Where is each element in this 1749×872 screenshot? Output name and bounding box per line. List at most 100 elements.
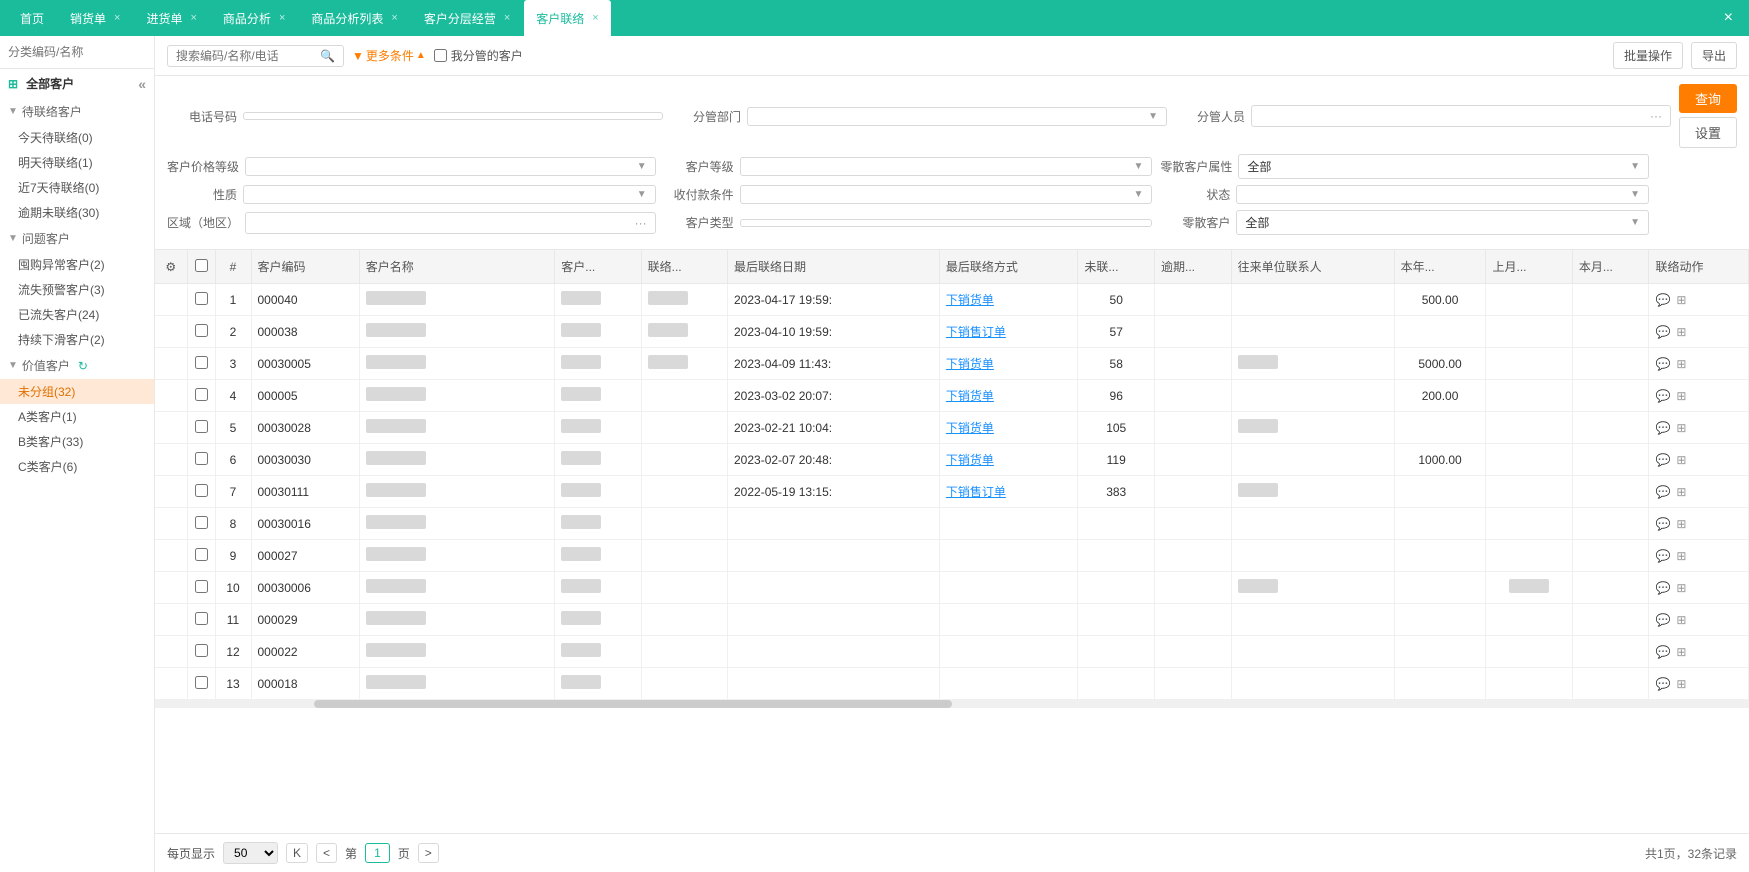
gear-col-header[interactable]: ⚙: [155, 250, 187, 284]
refresh-icon[interactable]: ↻: [78, 359, 88, 373]
last-method-cell[interactable]: [939, 508, 1078, 540]
sidebar-group-pending[interactable]: ▼ 待联络客户: [0, 98, 154, 125]
check-cell[interactable]: [187, 668, 215, 700]
grid-action-icon[interactable]: ⊞: [1676, 549, 1686, 563]
horizontal-scrollbar[interactable]: [155, 700, 1749, 708]
check-cell[interactable]: [187, 284, 215, 316]
message-icon[interactable]: 💬: [1655, 325, 1670, 339]
check-cell[interactable]: [187, 316, 215, 348]
grid-action-icon[interactable]: ⊞: [1676, 517, 1686, 531]
message-icon[interactable]: 💬: [1655, 613, 1670, 627]
scrollbar-thumb[interactable]: [314, 700, 952, 708]
check-cell[interactable]: [187, 572, 215, 604]
grid-action-icon[interactable]: ⊞: [1676, 357, 1686, 371]
last-method-cell[interactable]: 下销货单: [939, 348, 1078, 380]
message-icon[interactable]: 💬: [1655, 293, 1670, 307]
tab-home[interactable]: 首页: [8, 0, 56, 36]
sidebar-item-churn-warning[interactable]: 流失预警客户(3): [0, 277, 154, 302]
row-checkbox[interactable]: [195, 612, 208, 625]
row-checkbox[interactable]: [195, 548, 208, 561]
tab-customer-tier[interactable]: 客户分层经营 ×: [412, 0, 522, 36]
row-checkbox[interactable]: [195, 484, 208, 497]
sidebar-item-tomorrow-pending[interactable]: 明天待联络(1): [0, 150, 154, 175]
window-close-button[interactable]: ×: [1716, 9, 1741, 27]
last-method-link[interactable]: 下销售订单: [946, 325, 1006, 339]
dept-select[interactable]: ▼: [747, 107, 1167, 126]
last-method-cell[interactable]: [939, 540, 1078, 572]
tab-customer-tier-close[interactable]: ×: [504, 12, 510, 24]
check-cell[interactable]: [187, 444, 215, 476]
message-icon[interactable]: 💬: [1655, 389, 1670, 403]
sidebar-item-class-c[interactable]: C类客户(6): [0, 454, 154, 479]
nature-select[interactable]: ▼: [243, 185, 656, 204]
my-customers-check[interactable]: [434, 49, 447, 62]
grid-action-icon[interactable]: ⊞: [1676, 677, 1686, 691]
check-cell[interactable]: [187, 604, 215, 636]
row-checkbox[interactable]: [195, 420, 208, 433]
first-page-button[interactable]: K: [286, 843, 308, 863]
row-checkbox[interactable]: [195, 516, 208, 529]
retail-attr-select[interactable]: 全部 ▼: [1238, 154, 1649, 179]
phone-input[interactable]: [243, 112, 663, 120]
tab-product-analysis-list[interactable]: 商品分析列表 ×: [299, 0, 409, 36]
prev-page-button[interactable]: <: [316, 843, 337, 863]
row-checkbox[interactable]: [195, 676, 208, 689]
last-method-link[interactable]: 下销货单: [946, 453, 994, 467]
retail-customer-select[interactable]: 全部 ▼: [1236, 210, 1649, 235]
last-method-link[interactable]: 下销售订单: [946, 485, 1006, 499]
row-checkbox[interactable]: [195, 356, 208, 369]
select-all-checkbox[interactable]: [195, 259, 208, 272]
row-checkbox[interactable]: [195, 388, 208, 401]
sidebar-item-class-b[interactable]: B类客户(33): [0, 429, 154, 454]
check-cell[interactable]: [187, 476, 215, 508]
row-checkbox[interactable]: [195, 292, 208, 305]
grid-action-icon[interactable]: ⊞: [1676, 581, 1686, 595]
export-button[interactable]: 导出: [1691, 42, 1737, 69]
region-select[interactable]: ···: [245, 212, 656, 234]
sidebar-item-ungrouped[interactable]: 未分组(32): [0, 379, 154, 404]
sidebar-group-value[interactable]: ▼ 价值客户 ↻: [0, 352, 154, 379]
last-method-link[interactable]: 下销货单: [946, 421, 994, 435]
sidebar-item-overdue-pending[interactable]: 逾期未联络(30): [0, 200, 154, 225]
sidebar-item-churned[interactable]: 已流失客户(24): [0, 302, 154, 327]
page-size-select[interactable]: 50 100: [223, 842, 278, 864]
all-customers-header[interactable]: ⊞ 全部客户 «: [0, 69, 154, 98]
more-conditions-button[interactable]: ▼ 更多条件 ▲: [352, 47, 426, 64]
sidebar-group-problem[interactable]: ▼ 问题客户: [0, 225, 154, 252]
reset-button[interactable]: 设置: [1679, 117, 1737, 148]
check-cell[interactable]: [187, 380, 215, 412]
last-method-cell[interactable]: 下销售订单: [939, 476, 1078, 508]
message-icon[interactable]: 💬: [1655, 549, 1670, 563]
sidebar-item-declining[interactable]: 持续下滑客户(2): [0, 327, 154, 352]
row-checkbox[interactable]: [195, 644, 208, 657]
last-method-cell[interactable]: [939, 636, 1078, 668]
row-checkbox[interactable]: [195, 580, 208, 593]
last-method-cell[interactable]: 下销货单: [939, 380, 1078, 412]
sidebar-item-class-a[interactable]: A类客户(1): [0, 404, 154, 429]
last-method-cell[interactable]: [939, 604, 1078, 636]
search-icon[interactable]: 🔍: [320, 49, 335, 63]
row-checkbox[interactable]: [195, 452, 208, 465]
check-cell[interactable]: [187, 636, 215, 668]
check-cell[interactable]: [187, 540, 215, 572]
message-icon[interactable]: 💬: [1655, 677, 1670, 691]
last-method-cell[interactable]: [939, 572, 1078, 604]
tab-product-analysis-close[interactable]: ×: [279, 12, 285, 24]
grid-action-icon[interactable]: ⊞: [1676, 485, 1686, 499]
tab-customer-contact[interactable]: 客户联络 ×: [524, 0, 610, 36]
message-icon[interactable]: 💬: [1655, 517, 1670, 531]
last-method-cell[interactable]: 下销货单: [939, 412, 1078, 444]
manager-select[interactable]: ···: [1251, 105, 1671, 127]
last-method-cell[interactable]: 下销售订单: [939, 316, 1078, 348]
grid-action-icon[interactable]: ⊞: [1676, 421, 1686, 435]
message-icon[interactable]: 💬: [1655, 581, 1670, 595]
customer-level-select[interactable]: ▼: [740, 157, 1153, 176]
check-cell[interactable]: [187, 412, 215, 444]
last-method-cell[interactable]: [939, 668, 1078, 700]
check-cell[interactable]: [187, 508, 215, 540]
last-method-cell[interactable]: 下销货单: [939, 444, 1078, 476]
grid-action-icon[interactable]: ⊞: [1676, 325, 1686, 339]
grid-action-icon[interactable]: ⊞: [1676, 645, 1686, 659]
grid-action-icon[interactable]: ⊞: [1676, 389, 1686, 403]
collapse-button[interactable]: «: [138, 76, 146, 92]
